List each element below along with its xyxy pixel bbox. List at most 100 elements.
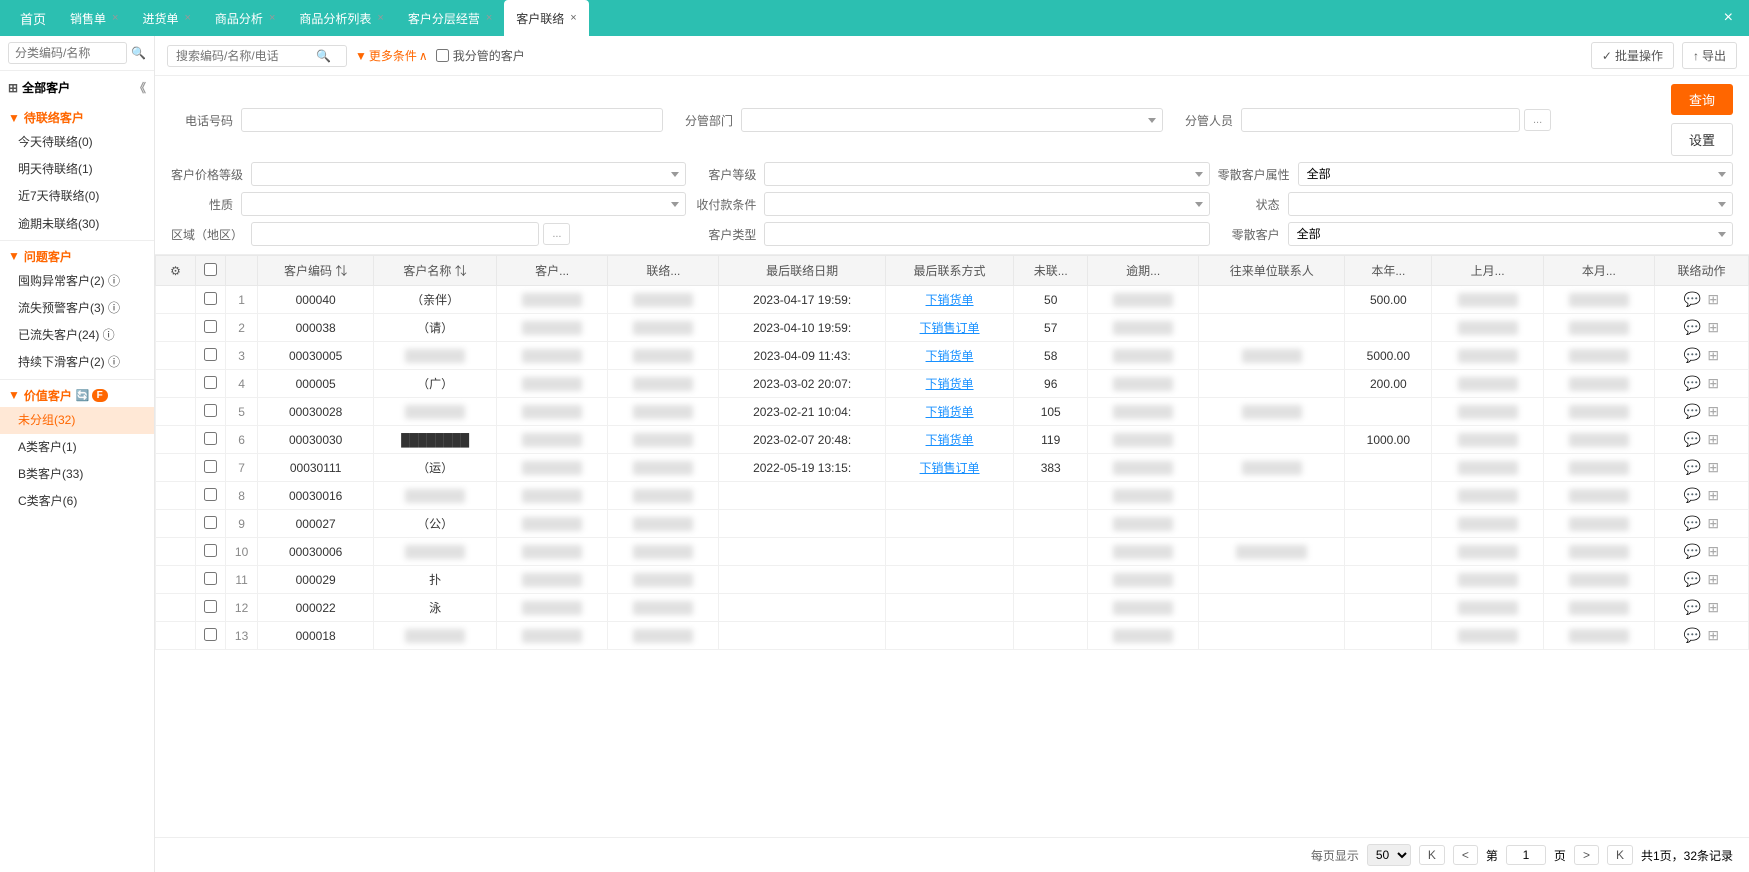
nature-select[interactable]: [241, 192, 686, 216]
method-link[interactable]: 下销售订单: [920, 461, 980, 475]
grid-action-icon[interactable]: ⊞: [1707, 291, 1719, 308]
checkbox-cell[interactable]: [196, 370, 226, 398]
manager-dots-btn[interactable]: ...: [1524, 109, 1551, 131]
checkbox-cell[interactable]: [196, 398, 226, 426]
last-contact-method-cell[interactable]: 下销货单: [885, 286, 1014, 314]
chat-icon[interactable]: 💬: [1684, 291, 1701, 308]
search-icon[interactable]: 🔍: [316, 49, 331, 63]
row-checkbox[interactable]: [204, 404, 217, 417]
batch-ops-button[interactable]: ✓ 批量操作: [1591, 42, 1674, 69]
row-checkbox[interactable]: [204, 376, 217, 389]
method-link[interactable]: 下销货单: [926, 349, 974, 363]
last-contact-method-cell[interactable]: 下销货单: [885, 370, 1014, 398]
manager-input[interactable]: [1241, 108, 1520, 132]
row-checkbox[interactable]: [204, 460, 217, 473]
grid-action-icon[interactable]: ⊞: [1707, 347, 1719, 364]
grid-action-icon[interactable]: ⊞: [1707, 543, 1719, 560]
last-page-btn[interactable]: K: [1607, 845, 1633, 865]
checkbox-cell[interactable]: [196, 566, 226, 594]
grid-action-icon[interactable]: ⊞: [1707, 627, 1719, 644]
sidebar-all-customers[interactable]: ⊞ 全部客户 《: [0, 71, 154, 104]
sidebar-item-hoarding[interactable]: 囤购异常客户(2) ⓘ: [0, 268, 154, 295]
checkbox-col-header[interactable]: [196, 256, 226, 286]
grid-action-icon[interactable]: ⊞: [1707, 319, 1719, 336]
select-all-checkbox[interactable]: [204, 263, 217, 276]
checkbox-cell[interactable]: [196, 454, 226, 482]
last-contact-method-cell[interactable]: [885, 538, 1014, 566]
nav-tab-sales[interactable]: 销售单 ×: [58, 0, 130, 36]
overdue-col-header[interactable]: 逾期...: [1088, 256, 1199, 286]
last-contact-date-col-header[interactable]: 最后联络日期: [719, 256, 885, 286]
row-checkbox[interactable]: [204, 432, 217, 445]
nav-tab-customer-tier[interactable]: 客户分层经营 ×: [396, 0, 504, 36]
my-customer-checkbox[interactable]: [436, 49, 449, 62]
checkbox-cell[interactable]: [196, 622, 226, 650]
sidebar-item-declining[interactable]: 持续下滑客户(2) ⓘ: [0, 349, 154, 376]
method-link[interactable]: 下销货单: [926, 405, 974, 419]
sidebar-item-class-c[interactable]: C类客户(6): [0, 488, 154, 515]
row-checkbox[interactable]: [204, 320, 217, 333]
checkbox-cell[interactable]: [196, 482, 226, 510]
grid-action-icon[interactable]: ⊞: [1707, 515, 1719, 532]
checkbox-cell[interactable]: [196, 286, 226, 314]
checkbox-cell[interactable]: [196, 426, 226, 454]
sidebar-item-churn-warning[interactable]: 流失预警客户(3) ⓘ: [0, 295, 154, 322]
sidebar-item-class-b[interactable]: B类客户(33): [0, 461, 154, 488]
chat-icon[interactable]: 💬: [1684, 487, 1701, 504]
row-checkbox[interactable]: [204, 292, 217, 305]
last-contact-method-col-header[interactable]: 最后联系方式: [885, 256, 1014, 286]
first-page-btn[interactable]: K: [1419, 845, 1445, 865]
close-all-tabs[interactable]: ×: [1716, 9, 1741, 27]
grid-action-icon[interactable]: ⊞: [1707, 375, 1719, 392]
zero-customer-select[interactable]: 全部: [1288, 222, 1733, 246]
customer-type-input[interactable]: [764, 222, 1209, 246]
nav-home[interactable]: 首页: [8, 9, 58, 28]
last-contact-method-cell[interactable]: [885, 622, 1014, 650]
grid-action-icon[interactable]: ⊞: [1707, 403, 1719, 420]
row-checkbox[interactable]: [204, 516, 217, 529]
chat-icon[interactable]: 💬: [1684, 543, 1701, 560]
price-level-select[interactable]: [251, 162, 686, 186]
chat-icon[interactable]: 💬: [1684, 375, 1701, 392]
last-contact-method-cell[interactable]: [885, 482, 1014, 510]
checkbox-cell[interactable]: [196, 510, 226, 538]
grid-action-icon[interactable]: ⊞: [1707, 571, 1719, 588]
close-tab-analysis[interactable]: ×: [269, 12, 275, 24]
close-tab-customer-tier[interactable]: ×: [486, 12, 492, 24]
last-contact-method-cell[interactable]: [885, 566, 1014, 594]
grid-action-icon[interactable]: ⊞: [1707, 487, 1719, 504]
method-link[interactable]: 下销售订单: [920, 321, 980, 335]
this-month-col-header[interactable]: 本月...: [1543, 256, 1654, 286]
grid-action-icon[interactable]: ⊞: [1707, 431, 1719, 448]
sidebar-item-overdue[interactable]: 逾期未联络(30): [0, 211, 154, 238]
last-contact-method-cell[interactable]: 下销售订单: [885, 454, 1014, 482]
checkbox-cell[interactable]: [196, 342, 226, 370]
chat-icon[interactable]: 💬: [1684, 347, 1701, 364]
row-checkbox[interactable]: [204, 572, 217, 585]
sidebar-item-class-a[interactable]: A类客户(1): [0, 434, 154, 461]
name-col-header[interactable]: 客户名称 ⇅: [374, 256, 497, 286]
sidebar-search-icon[interactable]: 🔍: [131, 46, 146, 60]
checkbox-cell[interactable]: [196, 538, 226, 566]
customer-search-input[interactable]: [176, 49, 316, 63]
method-link[interactable]: 下销货单: [926, 293, 974, 307]
next-page-btn[interactable]: >: [1574, 845, 1599, 865]
grid-action-icon[interactable]: ⊞: [1707, 599, 1719, 616]
chat-icon[interactable]: 💬: [1684, 403, 1701, 420]
chat-icon[interactable]: 💬: [1684, 431, 1701, 448]
close-tab-sales[interactable]: ×: [112, 12, 118, 24]
settings-col-header[interactable]: ⚙: [156, 256, 196, 286]
dept-select[interactable]: [741, 108, 1163, 132]
sidebar-item-tomorrow[interactable]: 明天待联络(1): [0, 156, 154, 183]
zero-attr-select[interactable]: 全部: [1298, 162, 1733, 186]
last-month-col-header[interactable]: 上月...: [1432, 256, 1543, 286]
per-page-select[interactable]: 50: [1367, 844, 1411, 866]
nav-tab-customer-contact[interactable]: 客户联络 ×: [504, 0, 588, 36]
grid-action-icon[interactable]: ⊞: [1707, 459, 1719, 476]
chat-icon[interactable]: 💬: [1684, 627, 1701, 644]
last-contact-method-cell[interactable]: 下销货单: [885, 398, 1014, 426]
refresh-icon[interactable]: 🔄: [76, 389, 90, 402]
sidebar-item-churned[interactable]: 已流失客户(24) ⓘ: [0, 322, 154, 349]
chat-icon[interactable]: 💬: [1684, 571, 1701, 588]
chat-icon[interactable]: 💬: [1684, 319, 1701, 336]
